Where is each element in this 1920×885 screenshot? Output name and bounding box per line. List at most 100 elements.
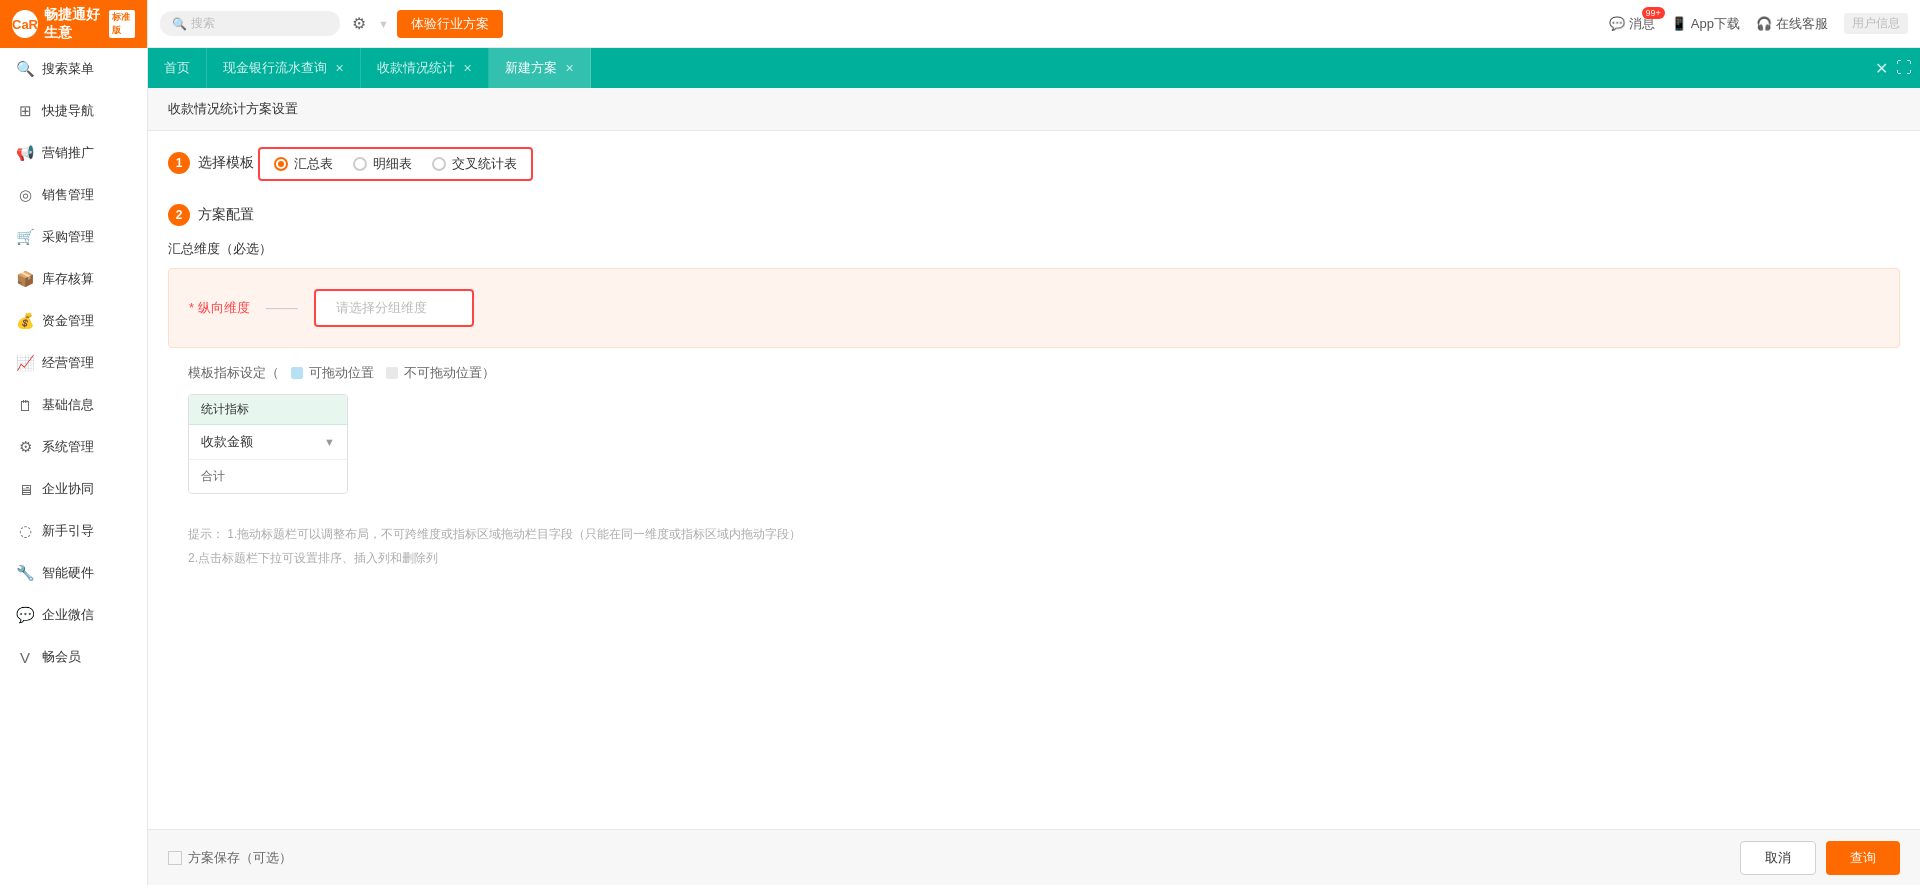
nondrag-dot: [386, 367, 398, 379]
page-header: 收款情况统计方案设置: [148, 88, 1920, 131]
download-icon: 📱: [1671, 16, 1687, 31]
tabbar: 首页 现金银行流水查询 ✕ 收款情况统计 ✕ 新建方案 ✕ ✕ ⛶: [148, 48, 1920, 88]
radio-summary[interactable]: 汇总表: [274, 155, 333, 173]
sidebar-item-nav[interactable]: ⊞ 快捷导航: [0, 90, 147, 132]
tab-newplan[interactable]: 新建方案 ✕: [489, 48, 591, 88]
footer-buttons: 取消 查询: [1740, 841, 1900, 875]
step1-section: 1 选择模板 汇总表 明细表 交叉统计表: [148, 131, 1920, 204]
sidebar-item-search[interactable]: 🔍 搜索菜单: [0, 48, 147, 90]
radio-cross-label: 交叉统计表: [452, 155, 517, 173]
sidebar-label: 库存核算: [42, 270, 94, 288]
basic-icon: 🗒: [16, 397, 34, 414]
query-button[interactable]: 查询: [1826, 841, 1900, 875]
tab-actions: ✕ ⛶: [1875, 48, 1920, 88]
sidebar-label: 营销推广: [42, 144, 94, 162]
trial-button[interactable]: 体验行业方案: [397, 10, 503, 38]
footer: 方案保存（可选） 取消 查询: [148, 829, 1920, 885]
sidebar-label: 资金管理: [42, 312, 94, 330]
sidebar-label: 经营管理: [42, 354, 94, 372]
metrics-cell-total: 合计: [189, 459, 347, 493]
purchase-icon: 🛒: [16, 228, 34, 246]
messages-button[interactable]: 💬 消息 99+: [1609, 15, 1655, 33]
dimension-area: * 纵向维度 —— 请选择分组维度: [168, 268, 1900, 348]
drag-label2: 不可拖动位置）: [404, 364, 495, 382]
search-icon: 🔍: [172, 17, 187, 31]
metrics-section: 模板指标设定（ 可拖动位置 不可拖动位置） 统计指标 收款: [168, 348, 1900, 510]
sidebar-item-inventory[interactable]: 📦 库存核算: [0, 258, 147, 300]
settings-icon[interactable]: ⚙: [352, 14, 366, 33]
sidebar-item-purchase[interactable]: 🛒 采购管理: [0, 216, 147, 258]
sidebar-item-sales[interactable]: ◎ 销售管理: [0, 174, 147, 216]
sidebar-label: 快捷导航: [42, 102, 94, 120]
newbie-icon: ◌: [16, 522, 34, 540]
row-dimension-label: * 纵向维度: [189, 299, 250, 317]
sidebar-item-operations[interactable]: 📈 经营管理: [0, 342, 147, 384]
tab-collection[interactable]: 收款情况统计 ✕: [361, 48, 489, 88]
search-placeholder: 搜索: [191, 15, 215, 32]
radio-cross[interactable]: 交叉统计表: [432, 155, 517, 173]
online-support-button[interactable]: 🎧 在线客服: [1756, 15, 1828, 33]
sidebar-item-wechat[interactable]: 💬 企业微信: [0, 594, 147, 636]
sidebar-item-collab[interactable]: 🖥 企业协同: [0, 468, 147, 510]
step1-label: 1 选择模板: [168, 152, 254, 174]
amount-label: 收款金额: [201, 433, 253, 451]
sidebar-label: 销售管理: [42, 186, 94, 204]
save-option[interactable]: 方案保存（可选）: [168, 849, 292, 867]
tab-newplan-label: 新建方案: [505, 59, 557, 77]
sidebar-item-member[interactable]: V 畅会员: [0, 636, 147, 678]
tab-cashflow-label: 现金银行流水查询: [223, 59, 327, 77]
search-bar[interactable]: 🔍 搜索: [160, 11, 340, 36]
sidebar-label: 新手引导: [42, 522, 94, 540]
dropdown-arrow-icon[interactable]: ▼: [378, 18, 389, 30]
dropdown-icon[interactable]: ▼: [324, 436, 335, 448]
dimension-select[interactable]: 请选择分组维度: [314, 289, 474, 327]
app-name: 畅捷通好生意: [44, 6, 105, 42]
inventory-icon: 📦: [16, 270, 34, 288]
wechat-icon: 💬: [16, 606, 34, 624]
close-window-icon[interactable]: ✕: [1875, 59, 1888, 78]
draggable-dot: [291, 367, 303, 379]
step1-number: 1: [168, 152, 190, 174]
metrics-header: 模板指标设定（ 可拖动位置 不可拖动位置）: [188, 364, 1880, 382]
app-download-button[interactable]: 📱 App下载: [1671, 15, 1740, 33]
sidebar-item-basic[interactable]: 🗒 基础信息: [0, 384, 147, 426]
dimension-title: 汇总维度（必选）: [168, 240, 1900, 258]
sidebar-item-finance[interactable]: 💰 资金管理: [0, 300, 147, 342]
save-checkbox[interactable]: [168, 851, 182, 865]
search-menu-icon: 🔍: [16, 60, 34, 78]
sidebar-label: 搜索菜单: [42, 60, 94, 78]
tab-home[interactable]: 首页: [148, 48, 207, 88]
radio-detail[interactable]: 明细表: [353, 155, 412, 173]
cancel-button[interactable]: 取消: [1740, 841, 1816, 875]
user-info[interactable]: 用户信息: [1844, 13, 1908, 34]
metrics-cell-amount[interactable]: 收款金额 ▼: [189, 425, 347, 459]
topbar-right: 💬 消息 99+ 📱 App下载 🎧 在线客服 用户信息: [1609, 13, 1908, 34]
sidebar-item-system[interactable]: ⚙ 系统管理: [0, 426, 147, 468]
tab-collection-label: 收款情况统计: [377, 59, 455, 77]
arrow-icon: ——: [266, 299, 298, 317]
tip-prefix: 提示：: [188, 527, 224, 541]
tab-home-label: 首页: [164, 59, 190, 77]
sidebar-item-marketing[interactable]: 📢 营销推广: [0, 132, 147, 174]
radio-detail-circle: [353, 157, 367, 171]
close-icon[interactable]: ✕: [565, 62, 574, 75]
tab-cashflow[interactable]: 现金银行流水查询 ✕: [207, 48, 361, 88]
close-icon[interactable]: ✕: [463, 62, 472, 75]
sidebar-label: 畅会员: [42, 648, 81, 666]
member-icon: V: [16, 649, 34, 666]
sidebar-label: 智能硬件: [42, 564, 94, 582]
radio-cross-circle: [432, 157, 446, 171]
content-area: 收款情况统计方案设置 1 选择模板 汇总表 明细表: [148, 88, 1920, 885]
close-icon[interactable]: ✕: [335, 62, 344, 75]
message-icon: 💬: [1609, 16, 1625, 31]
sidebar-label: 企业协同: [42, 480, 94, 498]
operations-icon: 📈: [16, 354, 34, 372]
maximize-icon[interactable]: ⛶: [1896, 59, 1912, 77]
sidebar-item-hardware[interactable]: 🔧 智能硬件: [0, 552, 147, 594]
tip1-text: 提示： 1.拖动标题栏可以调整布局，不可跨维度或指标区域拖动栏目字段（只能在同一…: [188, 522, 1880, 546]
main-area: 🔍 搜索 ⚙ ▼ 体验行业方案 💬 消息 99+ 📱 App下载 🎧 在线客服 …: [148, 0, 1920, 885]
sidebar-item-newbie[interactable]: ◌ 新手引导: [0, 510, 147, 552]
page-content: 收款情况统计方案设置 1 选择模板 汇总表 明细表: [148, 88, 1920, 829]
tip2-text: 2.点击标题栏下拉可设置排序、插入列和删除列: [188, 546, 1880, 570]
drag-label1: 可拖动位置: [309, 364, 374, 382]
